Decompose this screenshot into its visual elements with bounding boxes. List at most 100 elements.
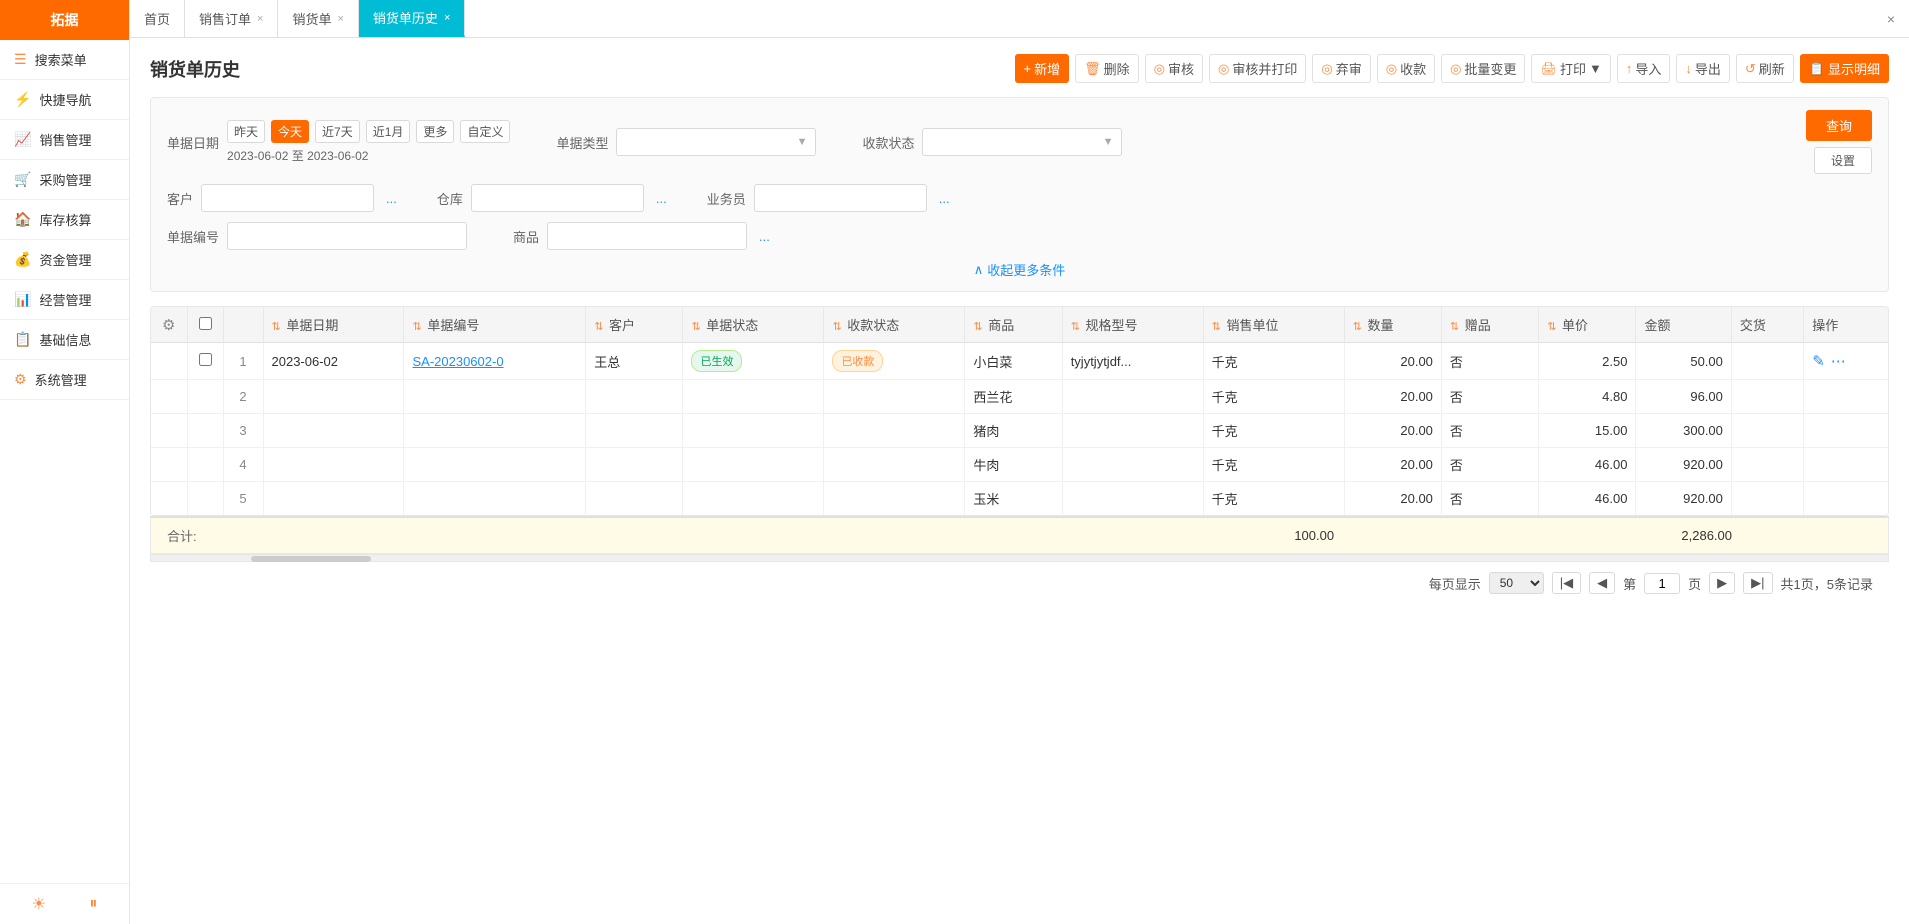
goods-ellipsis[interactable]: ... (755, 229, 774, 244)
salesperson-input[interactable] (754, 184, 927, 212)
table-header-row: ⚙ ⇅ 单据日期 ⇅ 单据编 (151, 307, 1888, 343)
window-close-btn[interactable]: × (1873, 11, 1909, 27)
col-checkbox-header[interactable] (187, 307, 223, 343)
toolbar: + 新增 🗑 删除 ◎ 审核 ◎ 审核并打印 (1015, 54, 1890, 83)
sidebar-sun-icon[interactable]: ☀ (32, 894, 46, 914)
custom-btn[interactable]: 自定义 (460, 120, 510, 143)
goods-input[interactable] (547, 222, 747, 250)
col-goods[interactable]: ⇅ 商品 (965, 307, 1062, 343)
doc-status-badge-0: 已生效 (691, 350, 742, 372)
page-size-select[interactable]: 50 100 200 (1489, 572, 1544, 594)
sidebar-item-search-menu[interactable]: ☰ 搜索菜单 (0, 40, 129, 80)
cell-num-0: 1 (223, 343, 263, 380)
today-btn[interactable]: 今天 (271, 120, 309, 143)
sort-spec-icon: ⇅ (1071, 321, 1080, 333)
last7days-btn[interactable]: 近7天 (315, 120, 360, 143)
settings-gear-icon[interactable]: ⚙ (162, 317, 175, 334)
col-gift[interactable]: ⇅ 赠品 (1441, 307, 1538, 343)
doc-number-link-0[interactable]: SA-20230602-0 (412, 354, 503, 369)
col-price[interactable]: ⇅ 单价 (1539, 307, 1636, 343)
sidebar-item-basic-info[interactable]: 📋 基础信息 (0, 320, 129, 360)
sidebar-item-sales-mgmt[interactable]: 📈 销售管理 (0, 120, 129, 160)
sidebar-item-system[interactable]: ⚙ 系统管理 (0, 360, 129, 400)
col-unit[interactable]: ⇅ 销售单位 (1203, 307, 1344, 343)
tab-home[interactable]: 首页 (130, 0, 185, 37)
customer-input[interactable] (201, 184, 374, 212)
print-button[interactable]: 🖨 打印 ▼ (1531, 54, 1610, 83)
tab-sales-history-close[interactable]: × (444, 12, 450, 24)
query-button[interactable]: 查询 (1806, 110, 1872, 141)
sidebar-item-inventory[interactable]: 🏠 库存核算 (0, 200, 129, 240)
cell-checkbox-3[interactable] (187, 448, 223, 482)
edit-icon-0[interactable]: ✎ (1812, 352, 1825, 370)
batch-change-button[interactable]: ◎ 批量变更 (1441, 54, 1525, 83)
audit-print-button[interactable]: ◎ 审核并打印 (1209, 54, 1306, 83)
cell-settings-1 (151, 380, 187, 414)
doc-number-input[interactable] (227, 222, 467, 250)
sidebar-item-operations[interactable]: 📊 经营管理 (0, 280, 129, 320)
next-page-btn[interactable]: ▶ (1709, 572, 1735, 594)
select-all-checkbox[interactable] (199, 317, 212, 330)
col-doc-date[interactable]: ⇅ 单据日期 (263, 307, 404, 343)
tab-sales-order-close[interactable]: × (257, 13, 263, 25)
cell-checkbox-1[interactable] (187, 380, 223, 414)
col-qty[interactable]: ⇅ 数量 (1344, 307, 1441, 343)
audit-button[interactable]: ◎ 审核 (1145, 54, 1203, 83)
warehouse-ellipsis[interactable]: ... (652, 191, 671, 206)
warehouse-input[interactable] (471, 184, 644, 212)
cell-unit-4: 千克 (1203, 482, 1344, 516)
horizontal-scrollbar[interactable] (150, 554, 1889, 562)
tab-sales-order[interactable]: 销售订单 × (185, 0, 278, 37)
sort-customer-icon: ⇅ (594, 321, 603, 333)
date-label: 单据日期 (167, 133, 219, 152)
add-button[interactable]: + 新增 (1015, 54, 1070, 83)
batch-change-label: 批量变更 (1464, 59, 1516, 78)
col-settings[interactable]: ⚙ (151, 307, 187, 343)
sidebar-item-purchase-mgmt[interactable]: 🛒 采购管理 (0, 160, 129, 200)
page-input[interactable] (1644, 573, 1680, 594)
row-checkbox-0[interactable] (199, 353, 212, 366)
setting-button[interactable]: 设置 (1814, 147, 1872, 174)
salesperson-ellipsis[interactable]: ... (935, 191, 954, 206)
col-spec[interactable]: ⇅ 规格型号 (1062, 307, 1203, 343)
tab-sales-delivery[interactable]: 销货单 × (278, 0, 358, 37)
col-customer[interactable]: ⇅ 客户 (586, 307, 683, 343)
abandon-button[interactable]: ◎ 弃审 (1312, 54, 1370, 83)
more-icon-0[interactable]: ⋯ (1831, 352, 1846, 370)
cell-doc-number-0[interactable]: SA-20230602-0 (404, 343, 586, 380)
cell-checkbox-2[interactable] (187, 414, 223, 448)
cell-qty-1: 20.00 (1344, 380, 1441, 414)
sidebar-item-finance[interactable]: 💰 资金管理 (0, 240, 129, 280)
cell-checkbox-0[interactable] (187, 343, 223, 380)
sort-goods-icon: ⇅ (973, 321, 982, 333)
yesterday-btn[interactable]: 昨天 (227, 120, 265, 143)
delete-button[interactable]: 🗑 删除 (1075, 54, 1139, 83)
cell-checkbox-4[interactable] (187, 482, 223, 516)
show-detail-button[interactable]: 📋 显示明细 (1800, 54, 1889, 83)
doc-type-select[interactable]: ▼ (616, 128, 816, 156)
tab-sales-history[interactable]: 销货单历史 × (359, 0, 465, 37)
import-icon: ↑ (1626, 61, 1633, 76)
export-button[interactable]: ↓ 导出 (1676, 54, 1730, 83)
first-page-btn[interactable]: |◀ (1552, 572, 1581, 594)
cell-gift-4: 否 (1441, 482, 1538, 516)
last-page-btn[interactable]: ▶| (1743, 572, 1772, 594)
col-collect-status[interactable]: ⇅ 收款状态 (824, 307, 965, 343)
collect-status-select[interactable]: ▼ (922, 128, 1122, 156)
collect-button[interactable]: ◎ 收款 (1377, 54, 1435, 83)
col-doc-number[interactable]: ⇅ 单据编号 (404, 307, 586, 343)
tab-sales-delivery-close[interactable]: × (337, 13, 343, 25)
collapse-row[interactable]: ∧ 收起更多条件 (167, 260, 1872, 279)
scrollbar-thumb[interactable] (251, 556, 371, 562)
total-records: 共1页，5条记录 (1781, 574, 1873, 593)
sidebar-item-quick-nav[interactable]: ⚡ 快捷导航 (0, 80, 129, 120)
prev-page-btn[interactable]: ◀ (1589, 572, 1615, 594)
cell-actions-2 (1804, 414, 1888, 448)
col-doc-status[interactable]: ⇅ 单据状态 (683, 307, 824, 343)
import-button[interactable]: ↑ 导入 (1617, 54, 1671, 83)
sidebar-pause-icon[interactable]: ⏸ (89, 895, 97, 913)
more-btn[interactable]: 更多 (416, 120, 454, 143)
customer-ellipsis[interactable]: ... (382, 191, 401, 206)
lastmonth-btn[interactable]: 近1月 (366, 120, 411, 143)
refresh-button[interactable]: ↺ 刷新 (1736, 54, 1794, 83)
